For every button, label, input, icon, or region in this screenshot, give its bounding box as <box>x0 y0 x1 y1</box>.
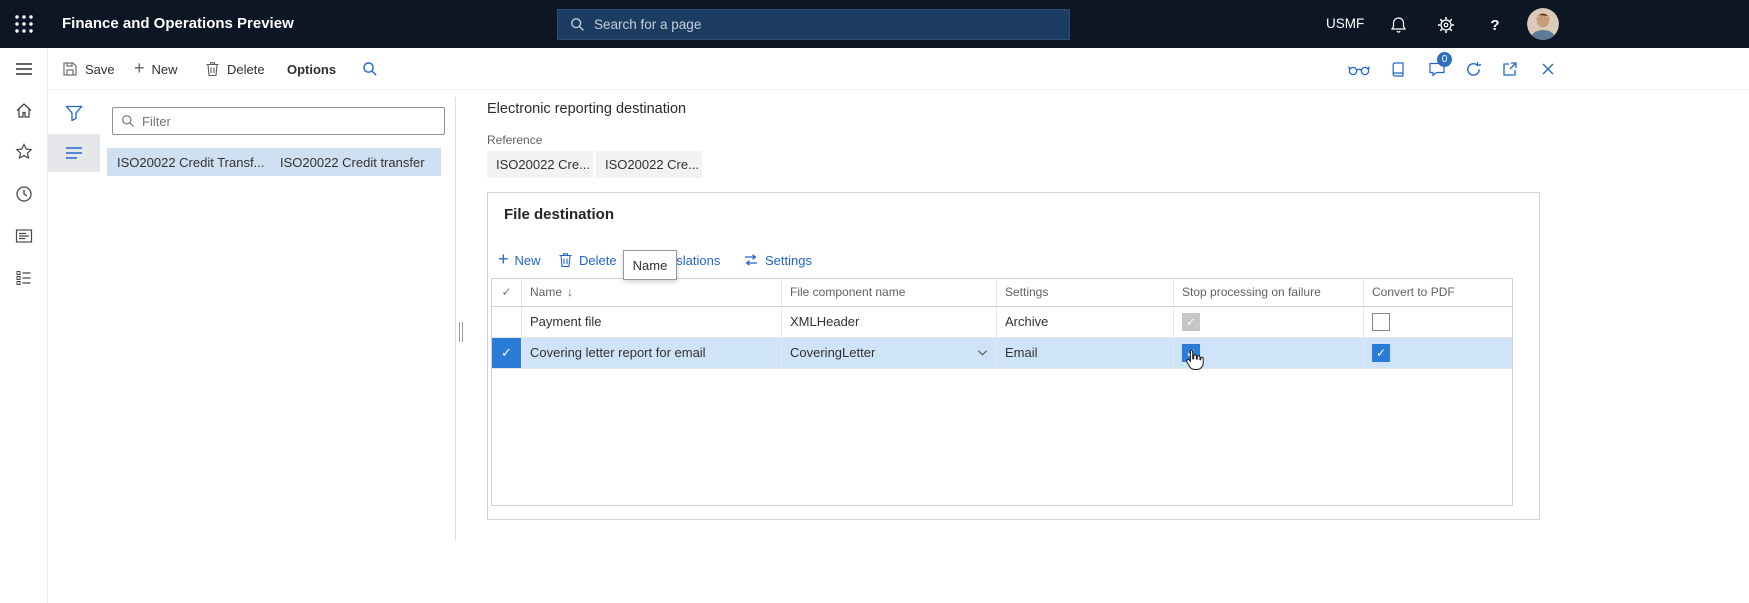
filter-input[interactable] <box>142 113 436 129</box>
name-cell[interactable]: Payment file <box>522 307 782 337</box>
user-avatar[interactable] <box>1527 8 1559 40</box>
search-placeholder: Search for a page <box>594 17 702 32</box>
trash-icon <box>205 61 220 77</box>
filter-input-wrapper <box>112 107 445 135</box>
open-in-new-window-icon[interactable] <box>1496 55 1524 83</box>
convert-pdf-checkbox[interactable] <box>1372 313 1390 331</box>
trash-icon <box>558 252 573 268</box>
list-item[interactable]: ISO20022 Credit Transf... ISO20022 Credi… <box>107 148 441 176</box>
check-icon: ✓ <box>501 285 512 299</box>
page-title: Electronic reporting destination <box>487 101 687 117</box>
save-icon <box>62 61 78 77</box>
filter-funnel-icon[interactable] <box>48 94 100 132</box>
recent-clock-icon[interactable] <box>0 174 48 214</box>
help-book-icon[interactable] <box>1384 55 1412 83</box>
convert-pdf-cell: ✓ <box>1364 338 1514 368</box>
splitter-handle[interactable] <box>457 90 465 541</box>
reference-value-1[interactable]: ISO20022 Cre... <box>487 151 593 178</box>
hamburger-menu-icon[interactable] <box>0 49 48 89</box>
select-all-checkbox[interactable]: ✓ <box>492 279 522 306</box>
exchange-arrows-icon <box>743 254 759 266</box>
convert-pdf-cell <box>1364 307 1514 337</box>
message-count-badge: 0 <box>1437 52 1452 67</box>
list-view-icon[interactable] <box>48 134 100 172</box>
splitter-grip <box>459 322 463 342</box>
command-bar: Save + New Delete Options 0 <box>0 48 1749 90</box>
stop-processing-cell: ✓ <box>1174 307 1364 337</box>
home-icon[interactable] <box>0 90 48 130</box>
app-title: Finance and Operations Preview <box>62 15 294 32</box>
notifications-bell-icon[interactable] <box>1388 15 1408 35</box>
pane-selector <box>48 90 100 603</box>
column-header-convert-pdf[interactable]: Convert to PDF <box>1364 279 1514 306</box>
check-icon: ✓ <box>1185 346 1197 360</box>
panel-divider <box>455 97 456 541</box>
search-icon <box>570 17 585 32</box>
main-content: Electronic reporting destination Referen… <box>480 90 1749 603</box>
favorites-star-icon[interactable] <box>0 131 48 171</box>
column-header-component[interactable]: File component name <box>782 279 997 306</box>
column-header-settings[interactable]: Settings <box>997 279 1174 306</box>
command-search-icon[interactable] <box>362 48 378 90</box>
plus-icon: + <box>498 249 509 269</box>
page-search-box[interactable]: Search for a page <box>557 9 1070 40</box>
reference-label: Reference <box>487 133 543 147</box>
record-list-panel: ISO20022 Credit Transf... ISO20022 Credi… <box>100 90 455 541</box>
navigation-rail <box>0 48 48 603</box>
new-button[interactable]: + New <box>134 48 178 90</box>
refresh-icon[interactable] <box>1459 55 1487 83</box>
top-navigation-bar: Finance and Operations Preview Search fo… <box>0 0 1749 48</box>
grid-settings-button[interactable]: Settings <box>743 246 812 274</box>
file-destination-group: File destination + New Delete Translatio… <box>487 192 1540 520</box>
settings-gear-icon[interactable] <box>1436 15 1456 35</box>
settings-cell[interactable]: Email <box>997 338 1174 368</box>
sort-desc-icon: ↓ <box>567 285 574 299</box>
grid-delete-button[interactable]: Delete <box>558 246 617 274</box>
app-launcher-icon[interactable] <box>9 13 39 35</box>
filter-search-icon <box>121 114 135 128</box>
list-item-name: ISO20022 Credit Transf... <box>117 154 265 170</box>
check-icon: ✓ <box>1375 346 1387 360</box>
column-header-name[interactable]: Name ↓ <box>522 279 782 306</box>
close-icon[interactable] <box>1534 55 1562 83</box>
reference-value-2[interactable]: ISO20022 Cre... <box>596 151 702 178</box>
check-icon: ✓ <box>501 345 512 360</box>
forms-icon[interactable] <box>0 216 48 256</box>
list-item-description: ISO20022 Credit transfer <box>280 154 425 170</box>
name-cell[interactable]: Covering letter report for email <box>522 338 782 368</box>
save-button[interactable]: Save <box>62 48 115 90</box>
table-row[interactable]: Payment file XMLHeader Archive ✓ <box>492 307 1512 338</box>
settings-cell[interactable]: Archive <box>997 307 1174 337</box>
stop-processing-cell: ✓ <box>1174 338 1364 368</box>
help-icon[interactable]: ? <box>1485 15 1505 35</box>
row-select-checkbox[interactable]: ✓ <box>492 338 522 368</box>
chevron-down-icon[interactable] <box>977 349 988 357</box>
view-glasses-icon[interactable] <box>1345 55 1373 83</box>
check-icon: ✓ <box>1185 315 1197 329</box>
convert-pdf-checkbox[interactable]: ✓ <box>1372 344 1390 362</box>
component-cell[interactable]: XMLHeader <box>782 307 997 337</box>
company-selector[interactable]: USMF <box>1326 0 1364 48</box>
column-header-stop-processing[interactable]: Stop processing on failure <box>1174 279 1364 306</box>
grid-new-button[interactable]: + New <box>498 246 541 274</box>
section-title: File destination <box>504 206 615 223</box>
options-menu-button[interactable]: Options <box>287 48 336 90</box>
workspaces-list-icon[interactable] <box>0 258 48 298</box>
table-row[interactable]: ✓ Covering letter report for email Cover… <box>492 338 1512 369</box>
component-cell[interactable]: CoveringLetter <box>782 338 997 368</box>
plus-icon: + <box>134 58 145 78</box>
delete-button[interactable]: Delete <box>205 48 265 90</box>
stop-processing-checkbox[interactable]: ✓ <box>1182 344 1200 362</box>
tooltip: Name <box>623 250 677 280</box>
stop-processing-checkbox[interactable]: ✓ <box>1182 313 1200 331</box>
grid-header-row: ✓ Name ↓ File component name Settings Sto… <box>492 279 1512 307</box>
row-select-checkbox[interactable] <box>492 307 522 337</box>
file-destination-grid: ✓ Name ↓ File component name Settings Sto… <box>491 278 1513 506</box>
